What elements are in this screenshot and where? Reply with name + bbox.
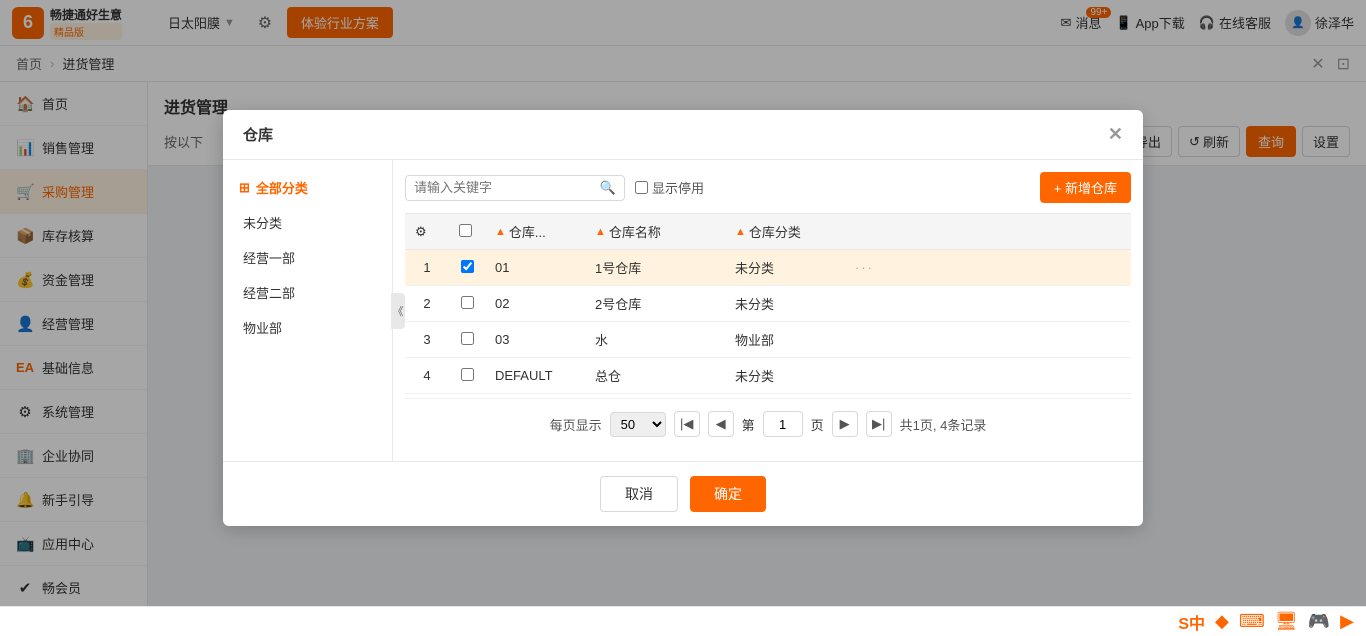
status-bar: S中 ◆ ⌨ 🖥 🎮 ▶: [0, 606, 1366, 636]
add-warehouse-button[interactable]: + 新增仓库: [1040, 172, 1131, 203]
diamond-icon[interactable]: ◆: [1215, 611, 1229, 632]
prev-page-button[interactable]: ◀: [708, 411, 734, 437]
s-brand-icon: S中: [1178, 610, 1205, 634]
page-unit: 页: [811, 415, 824, 434]
row-num-2: 2: [405, 286, 449, 322]
select-all-checkbox[interactable]: [459, 224, 472, 237]
modal-footer: 取消 确定: [223, 461, 1143, 526]
table-head: ⚙ ▲ 仓库...: [405, 214, 1131, 250]
search-input[interactable]: [414, 180, 594, 195]
row-name-3: 水: [585, 322, 725, 358]
page-label: 第: [742, 415, 755, 434]
row-check-4[interactable]: [449, 358, 485, 394]
table-body: 1 01 1号仓库 未分类 ···: [405, 250, 1131, 394]
row-code-3: 03: [485, 322, 585, 358]
modal-body: ⊞ 全部分类 未分类 经营一部 经营二部 物业部 《 🔍: [223, 160, 1143, 461]
row-checkbox-1[interactable]: [461, 260, 474, 273]
th-extra: [845, 214, 1131, 250]
table-panel: 🔍 显示停用 + 新增仓库 ⚙: [393, 160, 1143, 461]
collapse-panel-icon[interactable]: 《: [391, 293, 405, 329]
confirm-button[interactable]: 确定: [690, 476, 766, 512]
th-code: ▲ 仓库...: [485, 214, 585, 250]
row-code-2: 02: [485, 286, 585, 322]
cancel-button[interactable]: 取消: [600, 476, 678, 512]
gear-settings-icon[interactable]: ⚙: [415, 224, 427, 239]
modal-close-icon[interactable]: ✕: [1108, 124, 1123, 145]
th-name: ▲ 仓库名称: [585, 214, 725, 250]
row-num-1: 1: [405, 250, 449, 286]
table-container: ⚙ ▲ 仓库...: [405, 213, 1131, 394]
category-panel: ⊞ 全部分类 未分类 经营一部 经营二部 物业部 《: [223, 160, 393, 461]
next-page-button[interactable]: ▶: [832, 411, 858, 437]
show-disabled-checkbox[interactable]: [635, 181, 648, 194]
modal-overlay[interactable]: 仓库 ✕ ⊞ 全部分类 未分类 经营一部 经营二部 物业部 《: [0, 0, 1366, 636]
warehouse-modal: 仓库 ✕ ⊞ 全部分类 未分类 经营一部 经营二部 物业部 《: [223, 110, 1143, 526]
monitor-icon[interactable]: 🖥: [1275, 611, 1298, 632]
play-icon[interactable]: ▶: [1340, 611, 1354, 632]
row-actions-4: [845, 358, 1131, 394]
category-item-ops2[interactable]: 经营二部: [223, 275, 392, 310]
sort-icon: ▲: [495, 226, 506, 238]
show-disabled-label[interactable]: 显示停用: [635, 178, 704, 197]
all-categories-label: 全部分类: [256, 178, 308, 197]
category-item-property[interactable]: 物业部: [223, 310, 392, 345]
table-row[interactable]: 1 01 1号仓库 未分类 ···: [405, 250, 1131, 286]
th-code-label: 仓库...: [509, 222, 546, 241]
table-toolbar: 🔍 显示停用 + 新增仓库: [405, 172, 1131, 203]
row-cat-2: 未分类: [725, 286, 845, 322]
th-category: ▲ 仓库分类: [725, 214, 845, 250]
row-checkbox-3[interactable]: [461, 332, 474, 345]
search-box: 🔍: [405, 175, 625, 201]
table-row[interactable]: 4 DEFAULT 总仓 未分类: [405, 358, 1131, 394]
row-actions-1: ···: [845, 250, 1131, 286]
all-categories-item[interactable]: ⊞ 全部分类: [223, 170, 392, 205]
row-check-3[interactable]: [449, 322, 485, 358]
th-gear: ⚙: [405, 214, 449, 250]
game-icon[interactable]: 🎮: [1308, 611, 1330, 632]
row-num-3: 3: [405, 322, 449, 358]
th-category-label: 仓库分类: [749, 222, 801, 241]
row-code-4: DEFAULT: [485, 358, 585, 394]
search-icon[interactable]: 🔍: [600, 180, 616, 196]
header-row: ⚙ ▲ 仓库...: [405, 214, 1131, 250]
per-page-select[interactable]: 50 100 200: [610, 412, 666, 437]
row-more-icon-1[interactable]: ···: [855, 260, 874, 275]
row-code-1: 01: [485, 250, 585, 286]
total-info: 共1页, 4条记录: [900, 415, 987, 434]
category-item-unclassified[interactable]: 未分类: [223, 205, 392, 240]
per-page-label: 每页显示: [550, 415, 602, 434]
row-checkbox-2[interactable]: [461, 296, 474, 309]
row-cat-3: 物业部: [725, 322, 845, 358]
modal-title: 仓库: [243, 124, 273, 145]
row-name-4: 总仓: [585, 358, 725, 394]
row-cat-4: 未分类: [725, 358, 845, 394]
row-name-2: 2号仓库: [585, 286, 725, 322]
table-row[interactable]: 2 02 2号仓库 未分类: [405, 286, 1131, 322]
pagination: 每页显示 50 100 200 |◀ ◀ 第 页 ▶ ▶| 共1页, 4条记录: [405, 398, 1131, 449]
warehouse-table: ⚙ ▲ 仓库...: [405, 213, 1131, 394]
row-check-1[interactable]: [449, 250, 485, 286]
row-check-2[interactable]: [449, 286, 485, 322]
category-item-ops1[interactable]: 经营一部: [223, 240, 392, 275]
last-page-button[interactable]: ▶|: [866, 411, 892, 437]
row-checkbox-4[interactable]: [461, 368, 474, 381]
keyboard-icon[interactable]: ⌨: [1239, 611, 1265, 632]
th-check: [449, 214, 485, 250]
th-name-label: 仓库名称: [609, 222, 661, 241]
row-actions-3: [845, 322, 1131, 358]
row-name-1: 1号仓库: [585, 250, 725, 286]
modal-header: 仓库 ✕: [223, 110, 1143, 160]
row-num-4: 4: [405, 358, 449, 394]
sort-icon-name: ▲: [595, 226, 606, 238]
grid-icon: ⊞: [239, 180, 250, 196]
row-actions-2: [845, 286, 1131, 322]
sort-icon-cat: ▲: [735, 226, 746, 238]
first-page-button[interactable]: |◀: [674, 411, 700, 437]
show-disabled-text: 显示停用: [652, 178, 704, 197]
row-cat-1: 未分类: [725, 250, 845, 286]
page-input[interactable]: [763, 411, 803, 437]
table-row[interactable]: 3 03 水 物业部: [405, 322, 1131, 358]
